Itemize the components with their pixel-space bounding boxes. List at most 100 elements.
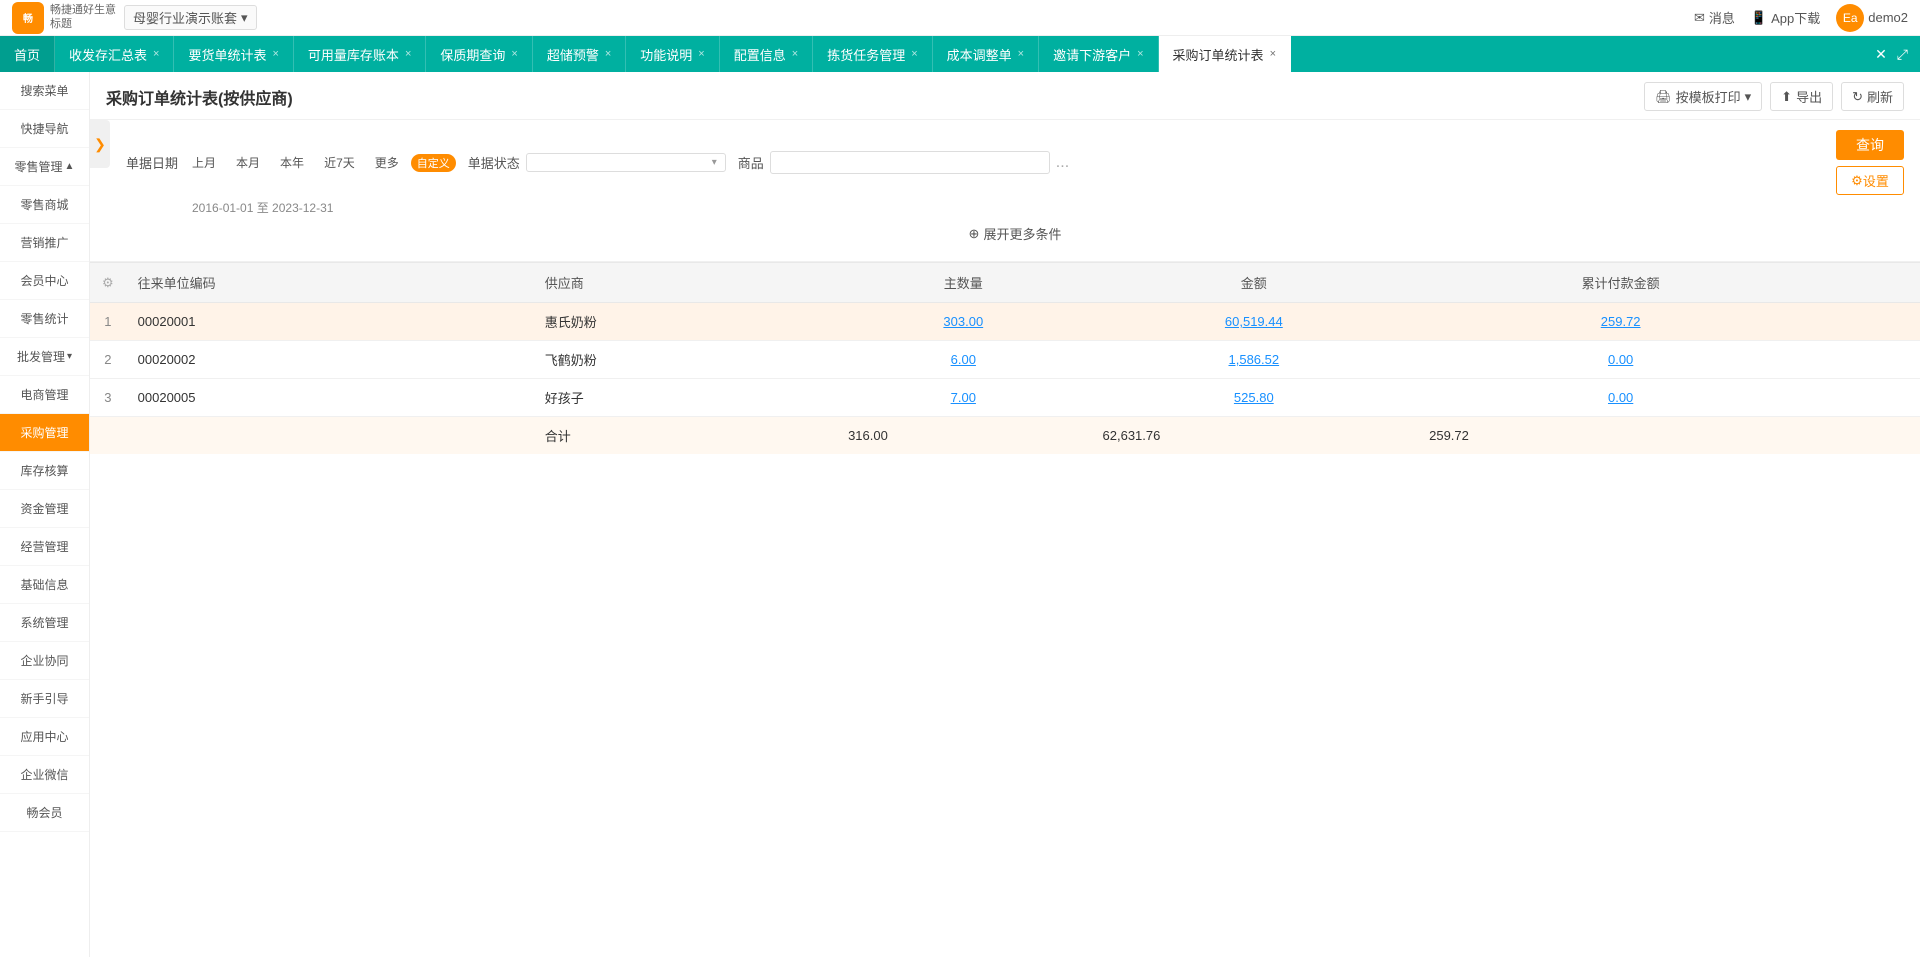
sidebar-item-operation[interactable]: 经营管理 <box>0 528 89 566</box>
tab-baozhi[interactable]: 保质期查询 × <box>426 36 532 72</box>
row-quantity[interactable]: 303.00 <box>836 303 1090 341</box>
sidebar-item-appcenter[interactable]: 应用中心 <box>0 718 89 756</box>
row-paid[interactable]: 259.72 <box>1417 303 1824 341</box>
row-num: 2 <box>90 341 126 379</box>
chevron-down-icon: ▾ <box>712 157 717 168</box>
tab-shoufacun[interactable]: 收发存汇总表 × <box>55 36 174 72</box>
tab-jianhuo[interactable]: 拣货任务管理 × <box>813 36 932 72</box>
close-icon[interactable]: × <box>911 48 917 60</box>
table-header-row: ⚙ 往来单位编码 供应商 主数量 <box>90 263 1920 303</box>
row-code: 00020005 <box>126 379 533 417</box>
sidebar-item-quicknav[interactable]: 快捷导航 <box>0 110 89 148</box>
sidebar-item-wholesale[interactable]: 批发管理 ▾ <box>0 338 89 376</box>
workspace-selector[interactable]: 母婴行业演示账套 ▾ <box>124 5 257 30</box>
col-supplier: 供应商 <box>533 263 836 303</box>
sidebar-item-newguide[interactable]: 新手引导 <box>0 680 89 718</box>
sidebar-item-system[interactable]: 系统管理 <box>0 604 89 642</box>
shortcut-this-month[interactable]: 本月 <box>228 152 268 173</box>
sidebar-item-search[interactable]: 搜索菜单 <box>0 72 89 110</box>
sidebar-item-retail-stat[interactable]: 零售统计 <box>0 300 89 338</box>
tab-yaoqing[interactable]: 邀请下游客户 × <box>1039 36 1158 72</box>
chevron-down-icon: ▾ <box>67 351 72 362</box>
row-extra <box>1824 341 1920 379</box>
close-icon[interactable]: × <box>698 48 704 60</box>
row-quantity[interactable]: 7.00 <box>836 379 1090 417</box>
export-icon: ⬆ <box>1781 89 1792 105</box>
filter-date-shortcuts: 上月 本月 本年 近7天 更多 自定义 <box>184 152 456 173</box>
row-quantity[interactable]: 6.00 <box>836 341 1090 379</box>
sidebar-item-purchase[interactable]: 采购管理 <box>0 414 89 452</box>
shortcut-7days[interactable]: 近7天 <box>316 152 363 173</box>
tab-home[interactable]: 首页 <box>0 36 55 72</box>
sidebar-item-basic-info[interactable]: 基础信息 <box>0 566 89 604</box>
close-icon[interactable]: × <box>1137 48 1143 60</box>
sidebar-item-enterprise[interactable]: 企业协同 <box>0 642 89 680</box>
print-button[interactable]: 🖨 按模板打印 ▾ <box>1644 82 1762 111</box>
sidebar-item-ecommerce[interactable]: 电商管理 <box>0 376 89 414</box>
close-icon[interactable]: × <box>1018 48 1024 60</box>
footer-label: 合计 <box>533 417 836 455</box>
col-settings: ⚙ <box>90 263 126 303</box>
settings-button[interactable]: ⚙ 设置 <box>1836 166 1904 195</box>
sidebar-item-member2[interactable]: 畅会员 <box>0 794 89 832</box>
gear-icon[interactable]: ⚙ <box>102 275 114 290</box>
more-options-icon[interactable]: ... <box>1056 154 1069 172</box>
row-amount[interactable]: 60,519.44 <box>1091 303 1418 341</box>
sidebar-item-inventory[interactable]: 库存核算 <box>0 452 89 490</box>
shortcut-this-year[interactable]: 本年 <box>272 152 312 173</box>
close-icon[interactable]: × <box>511 48 517 60</box>
export-button[interactable]: ⬆ 导出 <box>1770 82 1833 111</box>
main-content: 采购订单统计表(按供应商) 🖨 按模板打印 ▾ ⬆ 导出 ↻ 刷新 <box>90 72 1920 957</box>
row-num: 3 <box>90 379 126 417</box>
user-avatar[interactable]: Ea demo2 <box>1836 4 1908 32</box>
row-paid[interactable]: 0.00 <box>1417 341 1824 379</box>
chevron-up-icon: ▲ <box>65 161 75 172</box>
close-icon[interactable]: × <box>1270 48 1276 60</box>
chevron-down-icon: ▾ <box>1745 89 1752 105</box>
tab-yaohuo[interactable]: 要货单统计表 × <box>174 36 293 72</box>
sidebar-item-wechat[interactable]: 企业微信 <box>0 756 89 794</box>
tab-gongneng[interactable]: 功能说明 × <box>626 36 719 72</box>
row-amount[interactable]: 1,586.52 <box>1091 341 1418 379</box>
logo-text: 畅捷通好生意 标题 <box>50 4 116 30</box>
tab-keyong[interactable]: 可用量库存账本 × <box>294 36 426 72</box>
row-extra <box>1824 379 1920 417</box>
close-icon[interactable]: × <box>153 48 159 60</box>
shortcut-more[interactable]: 更多 <box>367 152 407 173</box>
page-container: 采购订单统计表(按供应商) 🖨 按模板打印 ▾ ⬆ 导出 ↻ 刷新 <box>90 72 1920 957</box>
app-download-button[interactable]: 📱 App下载 <box>1751 8 1820 27</box>
close-icon[interactable]: × <box>272 48 278 60</box>
nav-tabs: 首页 收发存汇总表 × 要货单统计表 × 可用量库存账本 × 保质期查询 × 超… <box>0 36 1920 72</box>
custom-badge[interactable]: 自定义 <box>411 154 456 172</box>
sidebar-item-finance[interactable]: 资金管理 <box>0 490 89 528</box>
top-bar-left: 畅 畅捷通好生意 标题 母婴行业演示账套 ▾ <box>12 2 257 34</box>
page-header-actions: 🖨 按模板打印 ▾ ⬆ 导出 ↻ 刷新 <box>1644 82 1904 111</box>
goods-input[interactable] <box>770 151 1050 174</box>
close-icon[interactable]: × <box>405 48 411 60</box>
filter-toggle[interactable]: ❯ <box>90 120 110 168</box>
row-num: 1 <box>90 303 126 341</box>
query-button[interactable]: 查询 <box>1836 130 1904 160</box>
refresh-button[interactable]: ↻ 刷新 <box>1841 82 1904 111</box>
nav-maximize-button[interactable]: ⤢ <box>1893 42 1912 67</box>
page-title: 采购订单统计表(按供应商) <box>106 85 293 109</box>
sidebar-item-marketing[interactable]: 营销推广 <box>0 224 89 262</box>
avatar: Ea <box>1836 4 1864 32</box>
close-icon[interactable]: × <box>605 48 611 60</box>
tab-chaochu[interactable]: 超储预警 × <box>533 36 626 72</box>
expand-more-button[interactable]: ⊕ 展开更多条件 <box>957 220 1074 247</box>
filter-status-select[interactable]: ▾ <box>526 153 726 172</box>
sidebar-item-retail-mall[interactable]: 零售商城 <box>0 186 89 224</box>
sidebar-item-retail-mgmt[interactable]: 零售管理 ▲ <box>0 148 89 186</box>
nav-close-button[interactable]: ✕ <box>1871 42 1891 67</box>
close-icon[interactable]: × <box>792 48 798 60</box>
message-button[interactable]: ✉ 消息 <box>1694 8 1735 27</box>
tab-caigou-active[interactable]: 采购订单统计表 × <box>1159 36 1291 72</box>
sidebar-item-member[interactable]: 会员中心 <box>0 262 89 300</box>
print-icon: 🖨 <box>1655 89 1672 105</box>
row-amount[interactable]: 525.80 <box>1091 379 1418 417</box>
shortcut-last-month[interactable]: 上月 <box>184 152 224 173</box>
row-paid[interactable]: 0.00 <box>1417 379 1824 417</box>
tab-peizhi[interactable]: 配置信息 × <box>720 36 813 72</box>
tab-chengben[interactable]: 成本调整单 × <box>933 36 1039 72</box>
